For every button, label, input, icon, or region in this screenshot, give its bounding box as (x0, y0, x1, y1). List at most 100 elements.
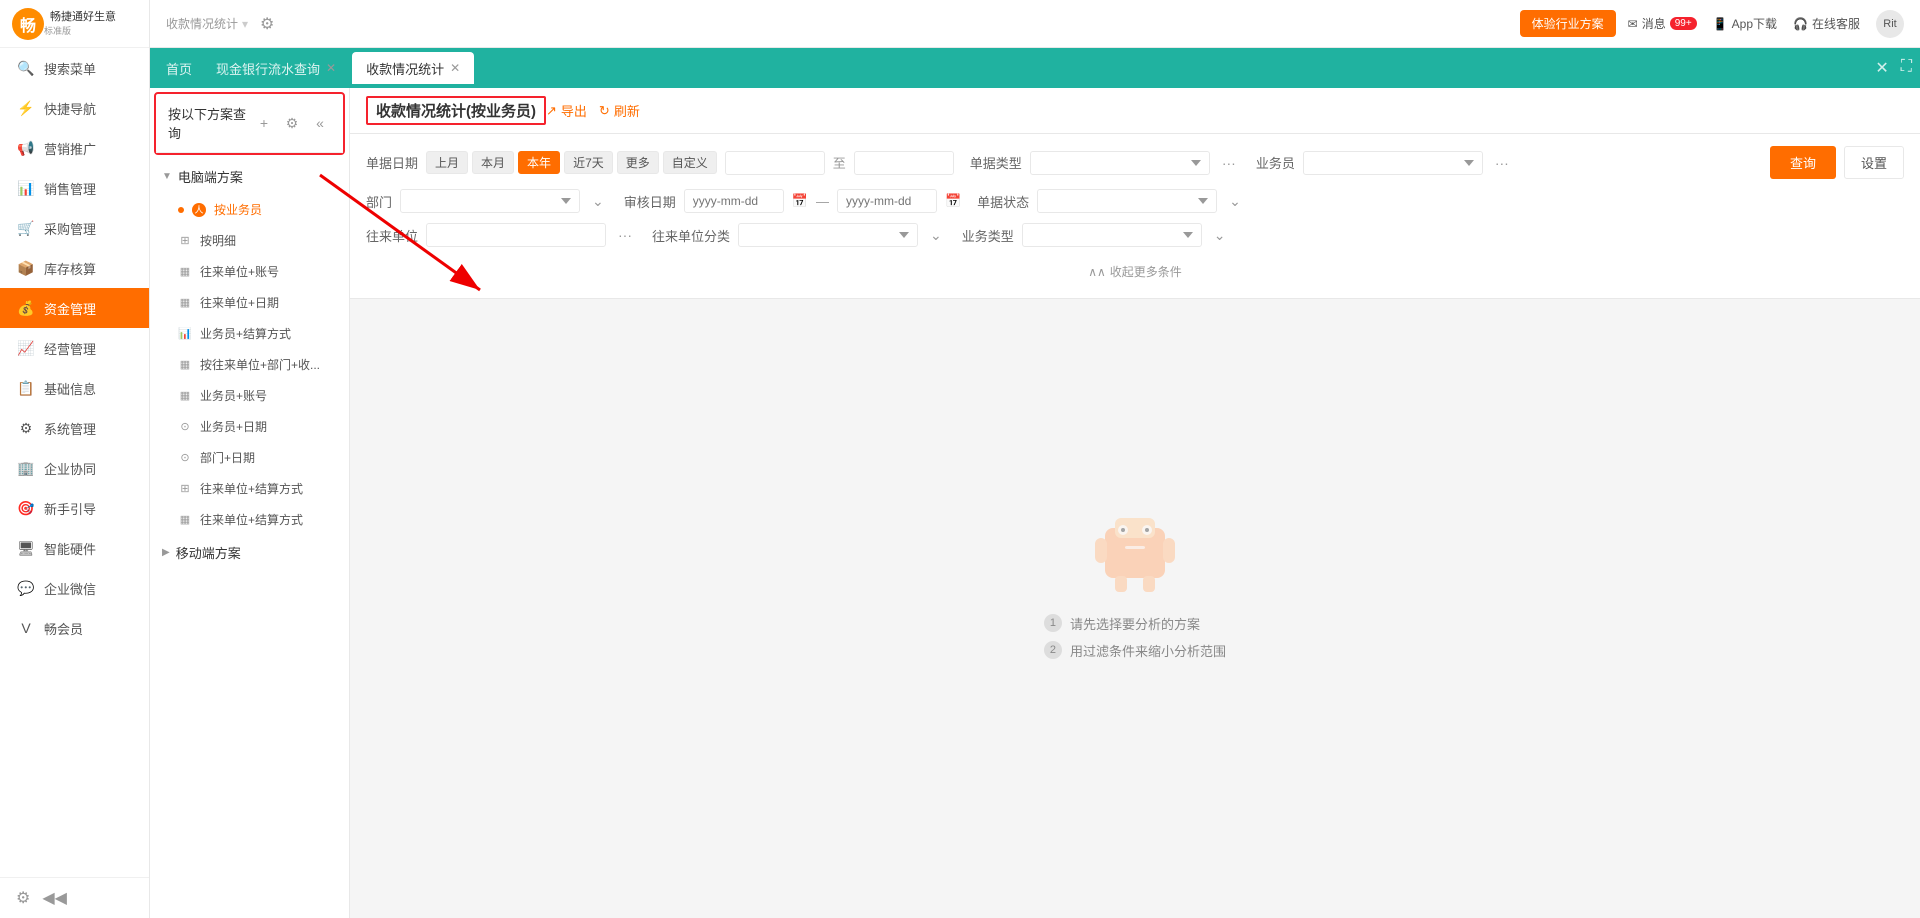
left-panel-settings-button[interactable]: ⚙ (281, 112, 303, 134)
sidebar-item-system[interactable]: ⚙ 系统管理 (0, 408, 149, 448)
date-to-input[interactable]: 2023-12-31 (854, 151, 954, 175)
tip-num-2: 2 (1044, 641, 1062, 659)
date-btn-this-year[interactable]: 本年 (518, 151, 560, 174)
tip-label-1: 请先选择要分析的方案 (1070, 614, 1200, 633)
collapse-arrow-icon: ∧∧ (1088, 265, 1106, 279)
filter-item-doc-status: 单据状态 ⌄ (977, 189, 1245, 213)
counterpart-category-more-btn[interactable]: ⌄ (926, 227, 946, 244)
audit-date-from-input[interactable] (684, 189, 784, 213)
schema-item-detail-label: 按明细 (200, 232, 236, 249)
collapse-footer-icon[interactable]: ◀◀ (42, 888, 67, 908)
tab-home[interactable]: 首页 (158, 59, 200, 78)
biz-type-more-btn[interactable]: ⌄ (1210, 227, 1230, 244)
counterpart-category-select[interactable] (738, 223, 918, 247)
schema-item-by-salesperson[interactable]: 人 按业务员 (166, 194, 349, 225)
topbar-actions: ✉ 消息 99+ 📱 App下载 🎧 在线客服 Rit (1628, 10, 1904, 38)
export-button[interactable]: ↗ 导出 (546, 101, 587, 120)
empty-illustration (1085, 498, 1185, 598)
tab-expand-icon[interactable]: ⛶ (1901, 58, 1912, 78)
desktop-schema-group: ▼ 电脑端方案 人 按业务员 ⊞ 按明细 ▦ 往来单位+账号 (150, 159, 349, 535)
left-panel: 按以下方案查询 + ⚙ « ▼ 电脑端方案 人 按业务员 (150, 88, 350, 918)
sidebar-item-wechat[interactable]: 💬 企业微信 (0, 568, 149, 608)
sidebar-label-marketing: 营销推广 (44, 139, 96, 158)
counterpart-input[interactable] (426, 223, 606, 247)
filter-item-doc-type: 单据类型 ··· (970, 151, 1240, 175)
filter-item-date: 单据日期 上月 本月 本年 近7天 更多 自定义 2023-01-01 至 20… (366, 151, 954, 175)
schema-item-supplier-settle2[interactable]: ▦ 往来单位+结算方式 (166, 504, 349, 535)
sidebar-item-purchase[interactable]: 🛒 采购管理 (0, 208, 149, 248)
sidebar-item-search[interactable]: 🔍 搜索菜单 (0, 48, 149, 88)
date-btn-this-month[interactable]: 本月 (472, 151, 514, 174)
schema-item-salesperson-date[interactable]: ⊙ 业务员+日期 (166, 411, 349, 442)
audit-date-to-icon[interactable]: 📅 (945, 193, 961, 209)
dept-select[interactable] (400, 189, 580, 213)
audit-date-to-input[interactable] (837, 189, 937, 213)
date-btn-last-month[interactable]: 上月 (426, 151, 468, 174)
tab-cashflow-close[interactable]: ✕ (326, 61, 336, 75)
doc-status-more-btn[interactable]: ⌄ (1225, 193, 1245, 210)
dept-more-btn[interactable]: ⌄ (588, 193, 608, 210)
sidebar-item-member[interactable]: V 畅会员 (0, 608, 149, 648)
counterpart-more-btn[interactable]: ··· (614, 227, 636, 243)
mobile-group-arrow: ▶ (162, 547, 170, 558)
salesperson-more-btn[interactable]: ··· (1491, 155, 1513, 171)
sidebar-item-corp[interactable]: 🏢 企业协同 (0, 448, 149, 488)
sidebar-item-guide[interactable]: 🎯 新手引导 (0, 488, 149, 528)
refresh-label: 刷新 (614, 101, 640, 120)
schema-item-supplier-date[interactable]: ▦ 往来单位+日期 (166, 287, 349, 318)
schema-item-supplier-date-label: 往来单位+日期 (200, 294, 279, 311)
query-button[interactable]: 查询 (1770, 146, 1836, 179)
date-from-input[interactable]: 2023-01-01 (725, 151, 825, 175)
schema-item-salesperson-settle[interactable]: 📊 业务员+结算方式 (166, 318, 349, 349)
left-panel-collapse-button[interactable]: « (309, 112, 331, 134)
doc-type-more-btn[interactable]: ··· (1218, 155, 1240, 171)
breadcrumb-chevron: ▾ (242, 17, 248, 31)
date-btn-custom[interactable]: 自定义 (663, 151, 717, 174)
doc-type-select[interactable] (1030, 151, 1210, 175)
schema-item-by-detail[interactable]: ⊞ 按明细 (166, 225, 349, 256)
schema-item-dept-date[interactable]: ⊙ 部门+日期 (166, 442, 349, 473)
doc-status-select[interactable] (1037, 189, 1217, 213)
schema-item-salesperson-account[interactable]: ▦ 业务员+账号 (166, 380, 349, 411)
date-btn-7days[interactable]: 近7天 (564, 151, 613, 174)
schema-item-supplier-account[interactable]: ▦ 往来单位+账号 (166, 256, 349, 287)
schema-item-supplier-settle1[interactable]: ⊞ 往来单位+结算方式 (166, 473, 349, 504)
supplier-date-icon: ▦ (178, 296, 192, 310)
settings-footer-icon[interactable]: ⚙ (16, 888, 30, 908)
salesperson-select[interactable] (1303, 151, 1483, 175)
sidebar-item-quicknav[interactable]: ⚡ 快捷导航 (0, 88, 149, 128)
setting-button[interactable]: 设置 (1844, 146, 1904, 179)
collapse-button[interactable]: ∧∧ 收起更多条件 (1088, 263, 1182, 280)
page-area: 按以下方案查询 + ⚙ « ▼ 电脑端方案 人 按业务员 (150, 88, 1920, 918)
sidebar-item-hardware[interactable]: 🖥 智能硬件 (0, 528, 149, 568)
online-service-action[interactable]: 🎧 在线客服 (1793, 15, 1860, 32)
user-avatar-action[interactable]: Rit (1876, 10, 1904, 38)
finance-icon: 💰 (16, 298, 36, 318)
sidebar-item-sales[interactable]: 📊 销售管理 (0, 168, 149, 208)
app-download-action[interactable]: 📱 App下载 (1713, 15, 1777, 32)
empty-state: 1 请先选择要分析的方案 2 用过滤条件来缩小分析范围 (350, 299, 1920, 918)
mobile-group-header[interactable]: ▶ 移动端方案 (150, 535, 349, 570)
left-panel-add-button[interactable]: + (253, 112, 275, 134)
sidebar-item-marketing[interactable]: 📢 营销推广 (0, 128, 149, 168)
supplier-dept-collect-icon: ▦ (178, 358, 192, 372)
sidebar-item-operation[interactable]: 📈 经营管理 (0, 328, 149, 368)
biz-type-select[interactable] (1022, 223, 1202, 247)
tab-close-all-icon[interactable]: ✕ (1875, 58, 1888, 78)
message-action[interactable]: ✉ 消息 99+ (1628, 15, 1697, 32)
sidebar-item-finance[interactable]: 💰 资金管理 (0, 288, 149, 328)
sidebar-item-basic[interactable]: 📋 基础信息 (0, 368, 149, 408)
schema-item-supplier-dept-collect[interactable]: ▦ 按往来单位+部门+收... (166, 349, 349, 380)
industry-solution-button[interactable]: 体验行业方案 (1520, 10, 1616, 37)
sidebar-item-inventory[interactable]: 📦 库存核算 (0, 248, 149, 288)
tab-receipts-close[interactable]: ✕ (450, 61, 460, 75)
date-btn-more[interactable]: 更多 (617, 151, 659, 174)
tab-cashflow[interactable]: 现金银行流水查询 ✕ (202, 52, 350, 84)
audit-date-icon[interactable]: 📅 (792, 193, 808, 209)
sidebar-label-inventory: 库存核算 (44, 259, 96, 278)
refresh-button[interactable]: ↻ 刷新 (599, 101, 640, 120)
tab-receipts[interactable]: 收款情况统计 ✕ (352, 52, 474, 84)
sidebar: 畅 畅捷通好生意 标准版 🔍 搜索菜单 ⚡ 快捷导航 📢 营销推广 📊 销售管理… (0, 0, 150, 918)
desktop-group-header[interactable]: ▼ 电脑端方案 (150, 159, 349, 194)
topbar-gear-icon[interactable]: ⚙ (260, 14, 274, 34)
